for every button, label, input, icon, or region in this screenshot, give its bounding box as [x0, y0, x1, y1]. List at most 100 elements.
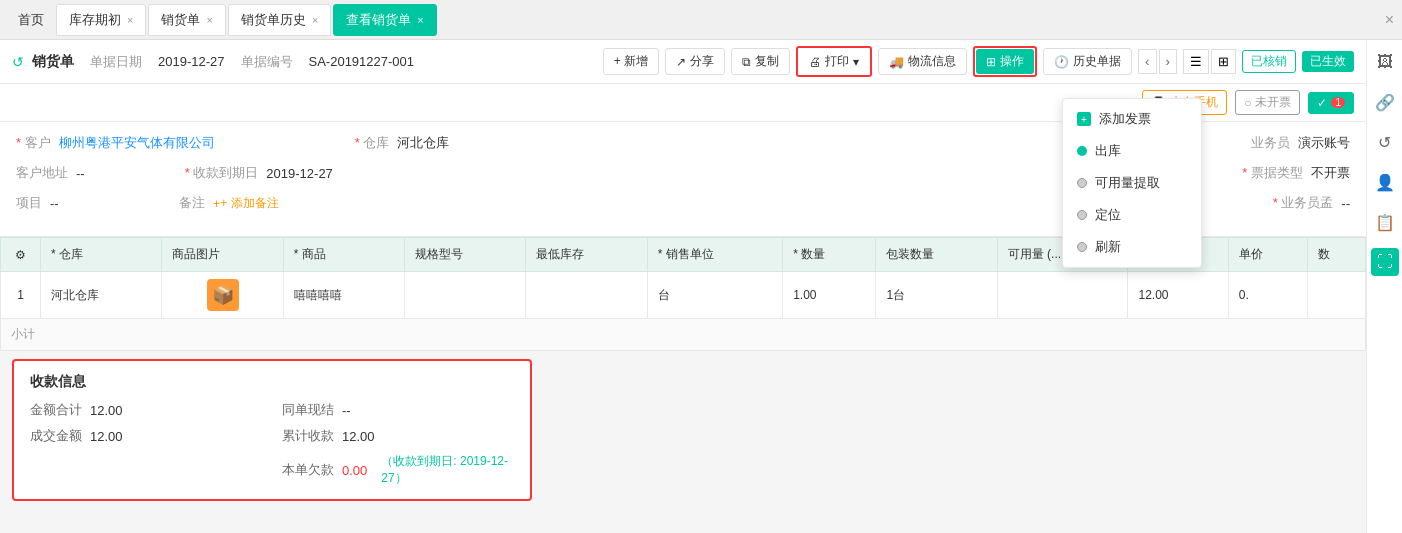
- not-open-button[interactable]: ○ 未开票: [1235, 90, 1300, 115]
- warehouse-label: 仓库: [355, 134, 390, 152]
- plus-icon: +: [213, 196, 221, 211]
- col-image-header: 商品图片: [162, 238, 283, 272]
- date-value: 2019-12-27: [158, 54, 225, 69]
- dropdown-add-invoice[interactable]: + 添加发票: [1063, 103, 1201, 135]
- row-pkgqty: 1台: [876, 272, 997, 319]
- print-operations-group: 🖨 打印 ▾: [796, 46, 872, 77]
- col-warehouse-header: * 仓库: [41, 238, 162, 272]
- next-arrow[interactable]: ›: [1159, 49, 1177, 74]
- prev-arrow[interactable]: ‹: [1138, 49, 1156, 74]
- logistics-button[interactable]: 🚚 物流信息: [878, 48, 967, 75]
- col-pkgqty-header: 包装数量: [876, 238, 997, 272]
- tab-home[interactable]: 首页: [8, 11, 54, 29]
- payment-owed-label: 本单欠款: [282, 461, 334, 479]
- project-label: 项目: [16, 194, 42, 212]
- operations-button[interactable]: ⊞ 操作: [976, 49, 1034, 74]
- dropdown-outbound[interactable]: 出库: [1063, 135, 1201, 167]
- truck-icon: 🚚: [889, 55, 904, 69]
- tab-sales-label: 销货单: [161, 11, 200, 29]
- dropdown-locate[interactable]: 定位: [1063, 199, 1201, 231]
- note-field: 备注 + + 添加备注: [179, 194, 279, 212]
- date-label: 单据日期: [90, 53, 142, 71]
- row-product: 嘻嘻嘻嘻: [283, 272, 404, 319]
- payment-total-row: 金额合计 12.00: [30, 401, 262, 419]
- col-settings-header[interactable]: ⚙: [1, 238, 41, 272]
- print-button[interactable]: 🖨 打印 ▾: [799, 49, 869, 74]
- add-note-button[interactable]: + + 添加备注: [213, 195, 279, 212]
- row-minstock: [526, 272, 647, 319]
- refresh-dot-icon: [1077, 242, 1087, 252]
- payment-grid: 金额合计 12.00 同单现结 -- 成交金额 12.00 累计收款 12.00: [30, 401, 514, 487]
- outbound-dot-icon: [1077, 146, 1087, 156]
- locate-dot-icon: [1077, 210, 1087, 220]
- copy-icon: ⧉: [742, 55, 751, 69]
- tab-sales-history-close[interactable]: ×: [312, 14, 318, 26]
- col-product-header: * 商品: [283, 238, 404, 272]
- tab-sales-history-label: 销货单历史: [241, 11, 306, 29]
- row-num: 1: [1, 272, 41, 319]
- view-toggle: ☰ ⊞: [1183, 49, 1236, 74]
- close-all-icon[interactable]: ×: [1385, 11, 1394, 29]
- payment-total-value: 12.00: [90, 403, 123, 418]
- list-view-button[interactable]: ☰: [1183, 49, 1209, 74]
- operations-group: ⊞ 操作: [973, 46, 1037, 77]
- locate-label: 定位: [1095, 206, 1121, 224]
- address-field: 客户地址 --: [16, 164, 85, 182]
- share-button[interactable]: ↗ 分享: [665, 48, 725, 75]
- sidebar-refresh-icon[interactable]: ↺: [1371, 128, 1399, 156]
- sidebar-clipboard-icon[interactable]: 📋: [1371, 208, 1399, 236]
- staff-label: 业务员: [1251, 134, 1290, 152]
- new-button[interactable]: + 新增: [603, 48, 659, 75]
- history-icon: 🕐: [1054, 55, 1069, 69]
- tab-view-sales-close[interactable]: ×: [417, 14, 423, 26]
- grid-view-button[interactable]: ⊞: [1211, 49, 1236, 74]
- toolbar-actions: + 新增 ↗ 分享 ⧉ 复制 🖨 打印 ▾ 🚚: [603, 46, 1354, 77]
- salesman-value: --: [1341, 196, 1350, 211]
- status-effect-badge: 已生效: [1302, 51, 1354, 72]
- row-spec: [405, 272, 526, 319]
- row-image: 📦: [162, 272, 283, 319]
- print-dropdown-icon: ▾: [853, 55, 859, 69]
- sidebar-user-icon[interactable]: 👤: [1371, 168, 1399, 196]
- dropdown-refresh[interactable]: 刷新: [1063, 231, 1201, 263]
- tab-inventory-close[interactable]: ×: [127, 14, 133, 26]
- number-label: 单据编号: [241, 53, 293, 71]
- subtotal-row: 小计: [1, 319, 1366, 351]
- col-spec-header: 规格型号: [405, 238, 526, 272]
- confirm-button[interactable]: ✓ 1: [1308, 92, 1354, 114]
- available-extract-dot-icon: [1077, 178, 1087, 188]
- sidebar-expand-icon[interactable]: ⛶: [1371, 248, 1399, 276]
- outbound-label: 出库: [1095, 142, 1121, 160]
- tab-inventory-label: 库存期初: [69, 11, 121, 29]
- ticket-label: 票据类型: [1242, 164, 1303, 182]
- row-available: [997, 272, 1128, 319]
- due-date-value: 2019-12-27: [266, 166, 333, 181]
- dropdown-available-extract[interactable]: 可用量提取: [1063, 167, 1201, 199]
- tab-sales-history[interactable]: 销货单历史 ×: [228, 4, 331, 36]
- sidebar-image-icon[interactable]: 🖼: [1371, 48, 1399, 76]
- doc-meta: 单据日期 2019-12-27 单据编号 SA-20191227-001: [90, 53, 414, 71]
- share-icon: ↗: [676, 55, 686, 69]
- sidebar-link-icon[interactable]: 🔗: [1371, 88, 1399, 116]
- tab-inventory[interactable]: 库存期初 ×: [56, 4, 146, 36]
- ticket-field: 票据类型 不开票: [1242, 164, 1350, 182]
- payment-deal-row: 成交金额 12.00: [30, 427, 262, 445]
- row-warehouse: 河北仓库: [41, 272, 162, 319]
- add-invoice-icon: +: [1077, 112, 1091, 126]
- operations-dropdown: + 添加发票 出库 可用量提取 定位 刷新: [1062, 98, 1202, 268]
- product-image: 📦: [207, 279, 239, 311]
- customer-value[interactable]: 柳州粤港平安气体有限公司: [59, 134, 215, 152]
- history-button[interactable]: 🕐 历史单据: [1043, 48, 1132, 75]
- tab-sales-close[interactable]: ×: [206, 14, 212, 26]
- grid-icon: ⊞: [986, 55, 996, 69]
- payment-owed-row: 本单欠款 0.00 （收款到期日: 2019-12-27）: [282, 453, 514, 487]
- tab-sales[interactable]: 销货单 ×: [148, 4, 225, 36]
- payment-settle-value: --: [342, 403, 351, 418]
- subtotal-label: 小计: [1, 319, 1366, 351]
- row-unit: 台: [647, 272, 782, 319]
- copy-button[interactable]: ⧉ 复制: [731, 48, 790, 75]
- tab-view-sales[interactable]: 查看销货单 ×: [333, 4, 436, 36]
- payment-section: 收款信息 金额合计 12.00 同单现结 -- 成交金额 12.00 累计收款 …: [12, 359, 532, 501]
- salesman-field: 业务员孟 --: [1273, 194, 1350, 212]
- payment-total-label: 金额合计: [30, 401, 82, 419]
